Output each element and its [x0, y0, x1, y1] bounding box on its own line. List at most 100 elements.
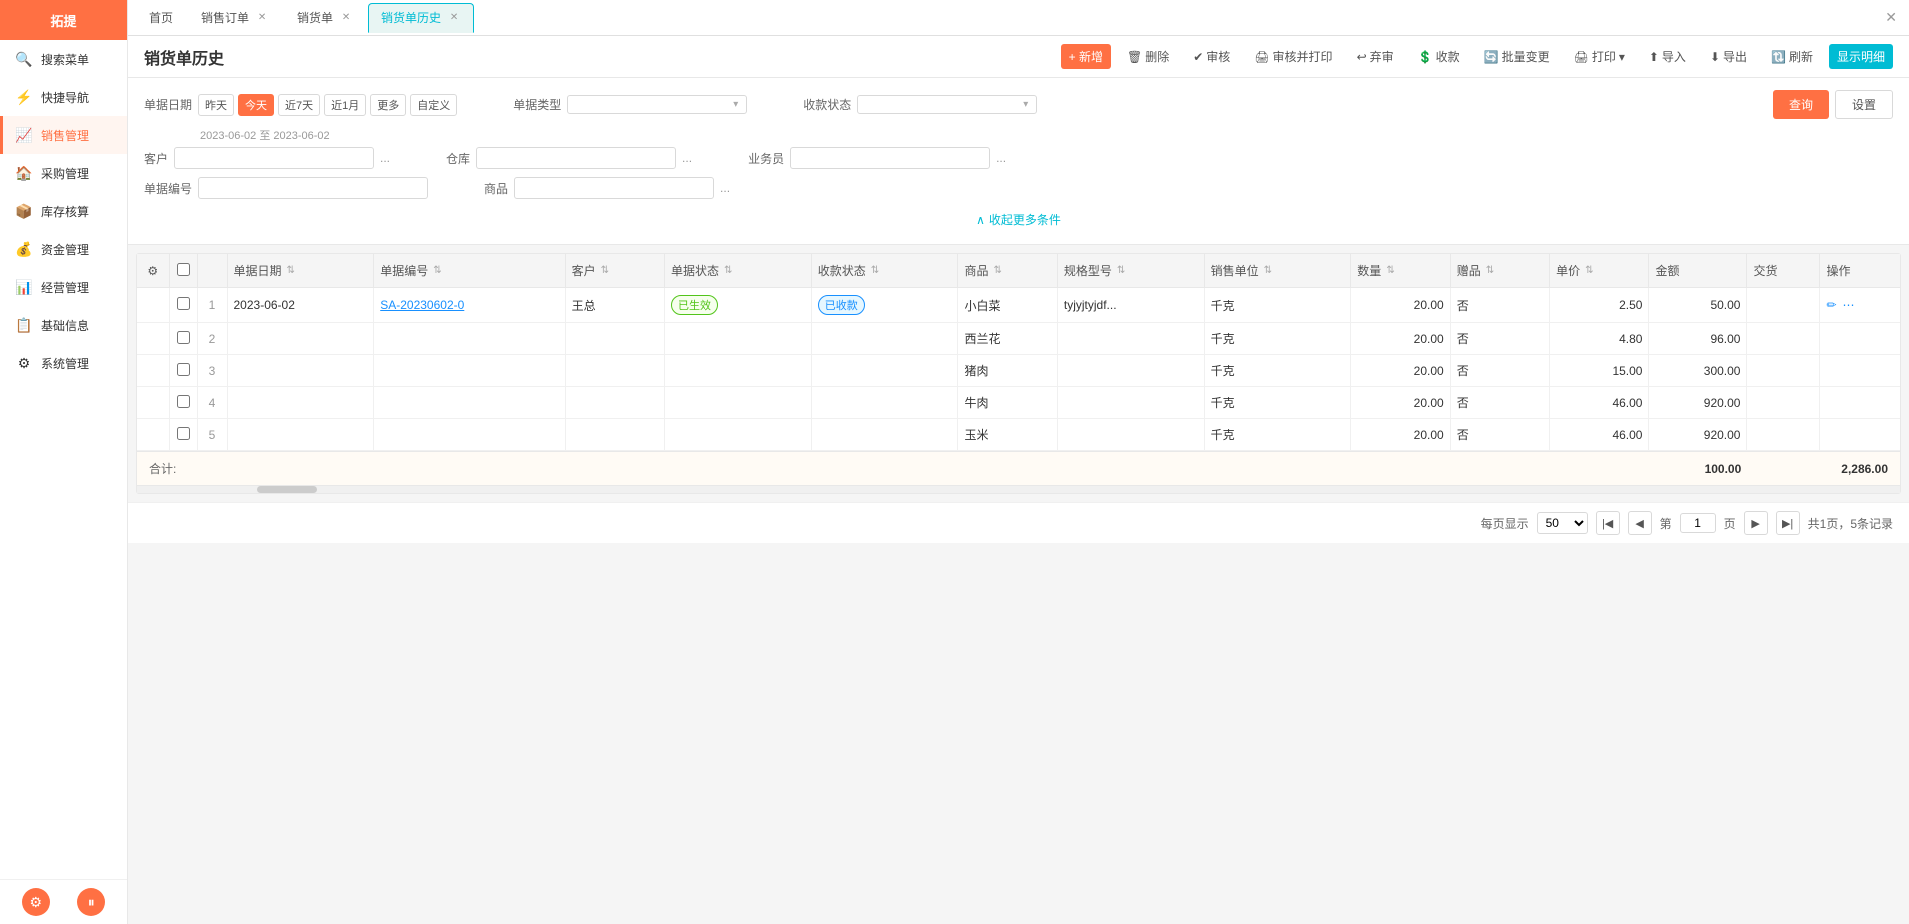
- th-product[interactable]: 商品⇅: [958, 254, 1057, 288]
- sidebar-item-search-menu[interactable]: 🔍 搜索菜单: [0, 40, 127, 78]
- abandon-icon: ↩: [1357, 50, 1367, 64]
- row-more-btn-0[interactable]: ⋯: [1843, 298, 1855, 312]
- row-checkbox-input-3[interactable]: [177, 395, 190, 408]
- row-edit-btn-0[interactable]: ✏: [1826, 298, 1836, 312]
- th-docstatus[interactable]: 单据状态⇅: [665, 254, 812, 288]
- filter-product-input[interactable]: [514, 177, 714, 199]
- filter-date-label: 单据日期: [144, 96, 192, 113]
- tab-home[interactable]: 首页: [136, 3, 186, 33]
- row-checkbox-2[interactable]: [169, 355, 197, 387]
- filter-row-2: 客户 ... 仓库 ... 业务员 ...: [144, 147, 1893, 169]
- th-date[interactable]: 单据日期⇅: [227, 254, 374, 288]
- select-all-checkbox[interactable]: [177, 263, 190, 276]
- refresh-button[interactable]: 🔃 刷新: [1763, 44, 1821, 69]
- row-checkbox-4[interactable]: [169, 419, 197, 451]
- filter-warehouse-input[interactable]: [476, 147, 676, 169]
- sidebar-pause-btn[interactable]: ⏸: [77, 888, 105, 916]
- sidebar-item-finance[interactable]: 💰 资金管理: [0, 230, 127, 268]
- import-button[interactable]: ⬆ 导入: [1641, 44, 1694, 69]
- th-spec[interactable]: 规格型号⇅: [1057, 254, 1204, 288]
- search-menu-icon: 🔍: [15, 50, 33, 68]
- product-ellipsis-icon[interactable]: ...: [720, 181, 730, 195]
- add-button[interactable]: + 新增: [1061, 44, 1111, 69]
- scrollbar-thumb[interactable]: [257, 486, 317, 493]
- row-checkbox-1[interactable]: [169, 323, 197, 355]
- row-date-1: [227, 323, 374, 355]
- sidebar-item-ops-mgmt[interactable]: 📊 经营管理: [0, 268, 127, 306]
- row-checkbox-input-2[interactable]: [177, 363, 190, 376]
- th-quantity[interactable]: 数量⇅: [1351, 254, 1450, 288]
- tab-bar-close-all[interactable]: ✕: [1881, 9, 1901, 26]
- row-checkbox-3[interactable]: [169, 387, 197, 419]
- horizontal-scrollbar[interactable]: [137, 485, 1900, 493]
- batch-change-button[interactable]: 🔄 批量变更: [1476, 44, 1558, 69]
- sidebar-item-inventory[interactable]: 📦 库存核算: [0, 192, 127, 230]
- collapse-filter-button[interactable]: ∧ 收起更多条件: [144, 207, 1893, 232]
- sidebar-item-base-info[interactable]: 📋 基础信息: [0, 306, 127, 344]
- tab-sales-order[interactable]: 销售订单 ✕: [188, 3, 282, 33]
- th-unit[interactable]: 销售单位⇅: [1204, 254, 1351, 288]
- page-prev-btn[interactable]: ◀: [1628, 511, 1652, 535]
- sidebar-item-sales-mgmt[interactable]: 📈 销售管理: [0, 116, 127, 154]
- date-btn-custom[interactable]: 自定义: [410, 94, 457, 116]
- row-docnum-0[interactable]: SA-20230602-0: [374, 288, 565, 323]
- customer-ellipsis-icon[interactable]: ...: [380, 151, 390, 165]
- per-page-select[interactable]: 50 20 100: [1537, 512, 1588, 534]
- row-date-0: 2023-06-02: [227, 288, 374, 323]
- review-button[interactable]: ✔ 审核: [1185, 44, 1238, 69]
- filter-settings-button[interactable]: 设置: [1835, 90, 1893, 119]
- page-first-btn[interactable]: |◀: [1596, 511, 1620, 535]
- staff-ellipsis-icon[interactable]: ...: [996, 151, 1006, 165]
- print-button[interactable]: 🖨 打印 ▾: [1566, 44, 1633, 69]
- date-btn-today[interactable]: 今天: [238, 94, 274, 116]
- th-gift[interactable]: 赠品⇅: [1450, 254, 1549, 288]
- th-customer[interactable]: 客户⇅: [565, 254, 664, 288]
- row-checkbox-input-4[interactable]: [177, 427, 190, 440]
- th-unitprice[interactable]: 单价⇅: [1550, 254, 1649, 288]
- warehouse-ellipsis-icon[interactable]: ...: [682, 151, 692, 165]
- filter-payment-label: 收款状态: [803, 96, 851, 113]
- date-btn-7days[interactable]: 近7天: [278, 94, 320, 116]
- sidebar-item-purchase-mgmt[interactable]: 🏠 采购管理: [0, 154, 127, 192]
- th-paymentstatus[interactable]: 收款状态⇅: [811, 254, 958, 288]
- sidebar-settings-btn[interactable]: ⚙: [22, 888, 50, 916]
- tab-sales-history-close[interactable]: ✕: [447, 11, 461, 25]
- row-checkbox-0[interactable]: [169, 288, 197, 323]
- th-gear[interactable]: ⚙: [137, 254, 169, 288]
- date-btn-yesterday[interactable]: 昨天: [198, 94, 234, 116]
- row-unit-2: 千克: [1204, 355, 1351, 387]
- inventory-icon: 📦: [15, 202, 33, 220]
- sidebar-item-label: 搜索菜单: [41, 51, 89, 68]
- page-last-btn[interactable]: ▶|: [1776, 511, 1800, 535]
- filter-product-label: 商品: [484, 180, 508, 197]
- tab-sales-delivery[interactable]: 销货单 ✕: [284, 3, 366, 33]
- abandon-button[interactable]: ↩ 弃审: [1349, 44, 1402, 69]
- filter-docnum-input[interactable]: [198, 177, 428, 199]
- th-checkbox: [169, 254, 197, 288]
- date-btn-1month[interactable]: 近1月: [324, 94, 366, 116]
- filter-customer-input[interactable]: [174, 147, 374, 169]
- sidebar-item-quick-nav[interactable]: ⚡ 快捷导航: [0, 78, 127, 116]
- filter-customer-item: 客户 ...: [144, 147, 390, 169]
- page-next-btn[interactable]: ▶: [1744, 511, 1768, 535]
- collect-button[interactable]: 💲 收款: [1410, 44, 1468, 69]
- th-docnum[interactable]: 单据编号⇅: [374, 254, 565, 288]
- sidebar-item-sys-mgmt[interactable]: ⚙ 系统管理: [0, 344, 127, 382]
- delete-button[interactable]: 🗑 删除: [1119, 44, 1177, 69]
- tab-sales-order-close[interactable]: ✕: [255, 11, 269, 25]
- filter-staff-input[interactable]: [790, 147, 990, 169]
- row-checkbox-input-0[interactable]: [177, 297, 190, 310]
- date-btn-more[interactable]: 更多: [370, 94, 406, 116]
- review-print-button[interactable]: 🖨 审核并打印: [1246, 44, 1340, 69]
- tab-sales-delivery-close[interactable]: ✕: [339, 11, 353, 25]
- page-number-input[interactable]: [1680, 513, 1716, 533]
- query-button[interactable]: 查询: [1773, 90, 1829, 119]
- filter-payment-select[interactable]: ▾: [857, 95, 1037, 114]
- show-detail-button[interactable]: 显示明细: [1829, 44, 1893, 69]
- export-button[interactable]: ⬇ 导出: [1702, 44, 1755, 69]
- paymentstatus-sort-icon: ⇅: [871, 265, 879, 276]
- row-checkbox-input-1[interactable]: [177, 331, 190, 344]
- tab-sales-history[interactable]: 销货单历史 ✕: [368, 3, 474, 33]
- sales-mgmt-icon: 📈: [15, 126, 33, 144]
- filter-doctype-select[interactable]: ▾: [567, 95, 747, 114]
